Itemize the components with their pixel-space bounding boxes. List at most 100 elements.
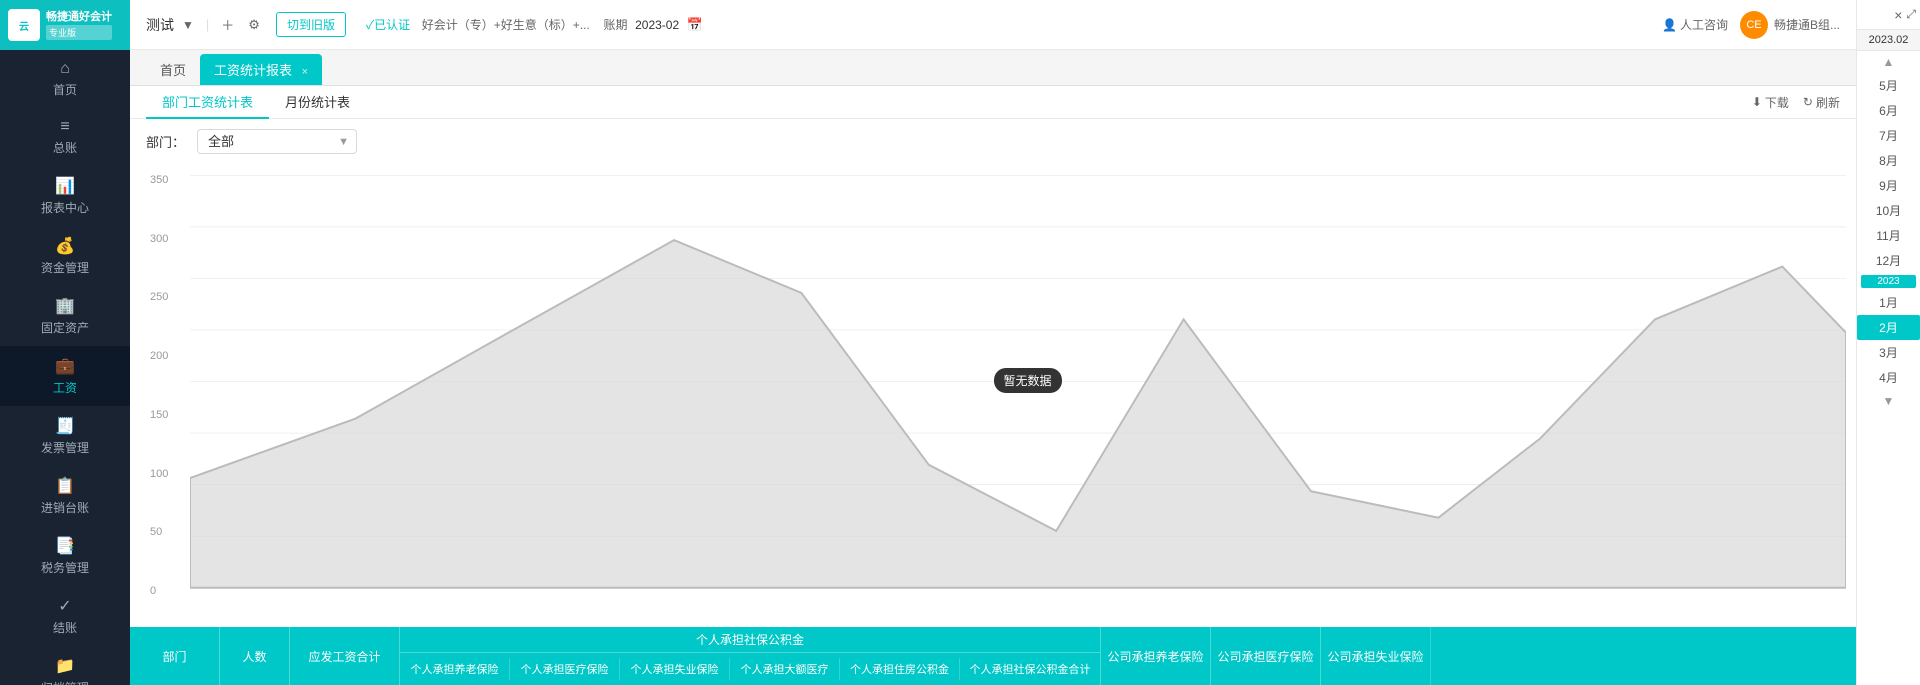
calendar-icon[interactable]: 📅: [687, 17, 703, 32]
content-toolbar-right: ⬇ 下载 ↻ 刷新: [1752, 94, 1840, 111]
right-panel-expand-btn[interactable]: ⤢: [1906, 7, 1916, 22]
th-company-unemployment: 公司承担失业保险: [1321, 627, 1431, 685]
sidebar-item-tax[interactable]: 📑 税务管理: [0, 526, 130, 586]
settings-header-icon[interactable]: ⚙: [248, 17, 260, 33]
y-label-300: 300: [150, 233, 168, 245]
sub-tabs: 部门工资统计表 月份统计表: [146, 86, 1752, 118]
month-list: ▲ 5月 6月 7月 8月 9月 10月 11月 12月 2023 1月 2月 …: [1857, 51, 1920, 685]
year-badge-2023: 2023: [1861, 275, 1916, 288]
sidebar-item-archive[interactable]: 📁 归档管理: [0, 646, 130, 685]
add-button[interactable]: ＋: [221, 15, 234, 34]
month-nav-up[interactable]: ▲: [1857, 51, 1920, 73]
refresh-btn[interactable]: ↻ 刷新: [1803, 94, 1840, 111]
y-label-350: 350: [150, 174, 168, 186]
dept-select[interactable]: 全部 销售部 财务部 人事部 技术部: [197, 129, 357, 154]
month-3[interactable]: 3月: [1857, 340, 1920, 365]
month-2-active[interactable]: 2月: [1857, 315, 1920, 340]
th-personal-medical: 个人承担医疗保险: [510, 658, 620, 680]
month-12[interactable]: 12月: [1857, 248, 1920, 273]
home-icon: ⌂: [60, 60, 70, 78]
tags-status: 好会计（专）+好生意（标）+...: [422, 18, 590, 32]
th-personal-total: 个人承担社保公积金合计: [960, 658, 1100, 680]
month-8[interactable]: 8月: [1857, 148, 1920, 173]
header-title: 测试: [146, 15, 174, 35]
user-name: 畅捷通B组...: [1774, 16, 1840, 33]
month-9[interactable]: 9月: [1857, 173, 1920, 198]
table-header-bar: 部门 人数 应发工资合计 个人承担社保公积金 个人承担养老保险 个人承担医疗保险…: [130, 627, 1856, 685]
month-6[interactable]: 6月: [1857, 98, 1920, 123]
th-personal-large-medical: 个人承担大额医疗: [730, 658, 840, 680]
dept-toolbar: 部门： 全部 销售部 财务部 人事部 技术部 ▼: [130, 119, 1856, 164]
help-btn[interactable]: 👤 人工咨询: [1662, 16, 1728, 33]
chart-tooltip: 暂无数据: [994, 368, 1062, 393]
th-headcount: 人数: [220, 627, 290, 685]
th-company-pension: 公司承担养老保险: [1101, 627, 1211, 685]
dept-label: 部门：: [146, 132, 185, 151]
content-area: 部门工资统计表 月份统计表 ⬇ 下载 ↻ 刷新 部门： 全部 销售部: [130, 86, 1856, 685]
fund-icon: 💰: [55, 236, 75, 256]
month-5[interactable]: 5月: [1857, 73, 1920, 98]
tab-bar: 首页 工资统计报表 ×: [130, 50, 1856, 86]
archive-icon: 📁: [55, 656, 75, 676]
sidebar-item-general-ledger[interactable]: ≡ 总账: [0, 108, 130, 166]
sidebar-item-fixed-assets[interactable]: 🏢 固定资产: [0, 286, 130, 346]
logo-icon: 云: [8, 9, 40, 41]
switch-to-old-btn[interactable]: 切到旧版: [276, 12, 346, 37]
sidebar-item-settlement[interactable]: ✓ 结账: [0, 586, 130, 646]
tab-close-btn[interactable]: ×: [302, 66, 308, 78]
sidebar-item-home[interactable]: ⌂ 首页: [0, 50, 130, 108]
logo-text: 畅捷通好会计 专业版: [46, 10, 112, 39]
header-status: ✓已认证 好会计（专）+好生意（标）+... 账期 2023-02 📅: [366, 16, 703, 33]
th-personal-housing-fund: 个人承担住房公积金: [840, 658, 960, 680]
y-label-100: 100: [150, 468, 168, 480]
avatar: CE: [1740, 11, 1768, 39]
sub-tab-container: 部门工资统计表 月份统计表 ⬇ 下载 ↻ 刷新: [130, 86, 1856, 119]
assets-icon: 🏢: [55, 296, 75, 316]
main-area: 测试 ▼ | ＋ ⚙ 切到旧版 ✓已认证 好会计（专）+好生意（标）+... 账…: [130, 0, 1856, 685]
th-personal-unemployment: 个人承担失业保险: [620, 658, 730, 680]
month-nav-down[interactable]: ▼: [1857, 390, 1920, 412]
sidebar-nav: ⌂ 首页 ≡ 总账 📊 报表中心 💰 资金管理 🏢 固定资产 💼 工资 🧾 发票…: [0, 50, 130, 685]
y-label-250: 250: [150, 291, 168, 303]
header-dropdown[interactable]: ▼: [182, 18, 194, 32]
user-profile[interactable]: CE 畅捷通B组...: [1740, 11, 1840, 39]
sidebar-item-salary[interactable]: 💼 工资: [0, 346, 130, 406]
header-sep1: |: [206, 17, 209, 32]
th-group-personal-cells: 个人承担养老保险 个人承担医疗保险 个人承担失业保险 个人承担大额医疗 个人承担…: [400, 653, 1100, 685]
th-group-personal: 个人承担社保公积金 个人承担养老保险 个人承担医疗保险 个人承担失业保险 个人承…: [400, 627, 1101, 685]
salary-icon: 💼: [55, 356, 75, 376]
right-panel: × ⤢ 2023.02 ▲ 5月 6月 7月 8月 9月 10月 11月 12月…: [1856, 0, 1920, 685]
month-11[interactable]: 11月: [1857, 223, 1920, 248]
sidebar-item-report-center[interactable]: 📊 报表中心: [0, 166, 130, 226]
tax-icon: 📑: [55, 536, 75, 556]
right-panel-header: × ⤢: [1857, 0, 1920, 30]
right-panel-close-btn[interactable]: ×: [1894, 7, 1902, 23]
th-group-personal-header: 个人承担社保公积金: [400, 627, 1100, 653]
th-company-medical: 公司承担医疗保险: [1211, 627, 1321, 685]
tab-home[interactable]: 首页: [146, 54, 200, 85]
month-10[interactable]: 10月: [1857, 198, 1920, 223]
y-label-50: 50: [150, 526, 168, 538]
sidebar-item-fund-management[interactable]: 💰 资金管理: [0, 226, 130, 286]
y-label-200: 200: [150, 350, 168, 362]
sub-tab-dept[interactable]: 部门工资统计表: [146, 86, 269, 119]
month-7[interactable]: 7月: [1857, 123, 1920, 148]
top-header: 测试 ▼ | ＋ ⚙ 切到旧版 ✓已认证 好会计（专）+好生意（标）+... 账…: [130, 0, 1856, 50]
month-4[interactable]: 4月: [1857, 365, 1920, 390]
th-total-salary: 应发工资合计: [290, 627, 400, 685]
sidebar-item-invoice[interactable]: 🧾 发票管理: [0, 406, 130, 466]
download-icon: ⬇: [1752, 95, 1762, 109]
tab-salary[interactable]: 工资统计报表 ×: [200, 54, 322, 85]
period-label: 账期: [603, 18, 627, 32]
sales-icon: 📋: [55, 476, 75, 496]
period-value: 2023-02: [635, 18, 679, 32]
download-btn[interactable]: ⬇ 下载: [1752, 94, 1789, 111]
year-display[interactable]: 2023.02: [1857, 30, 1920, 51]
sidebar-item-sales-ledger[interactable]: 📋 进销台账: [0, 466, 130, 526]
sub-tab-monthly[interactable]: 月份统计表: [269, 86, 366, 119]
month-1[interactable]: 1月: [1857, 290, 1920, 315]
settlement-icon: ✓: [58, 596, 71, 616]
report-icon: 📊: [55, 176, 75, 196]
sidebar: 云 畅捷通好会计 专业版 ⌂ 首页 ≡ 总账 📊 报表中心 💰 资金管理 🏢 固…: [0, 0, 130, 685]
dept-select-wrapper: 全部 销售部 财务部 人事部 技术部 ▼: [197, 129, 357, 154]
